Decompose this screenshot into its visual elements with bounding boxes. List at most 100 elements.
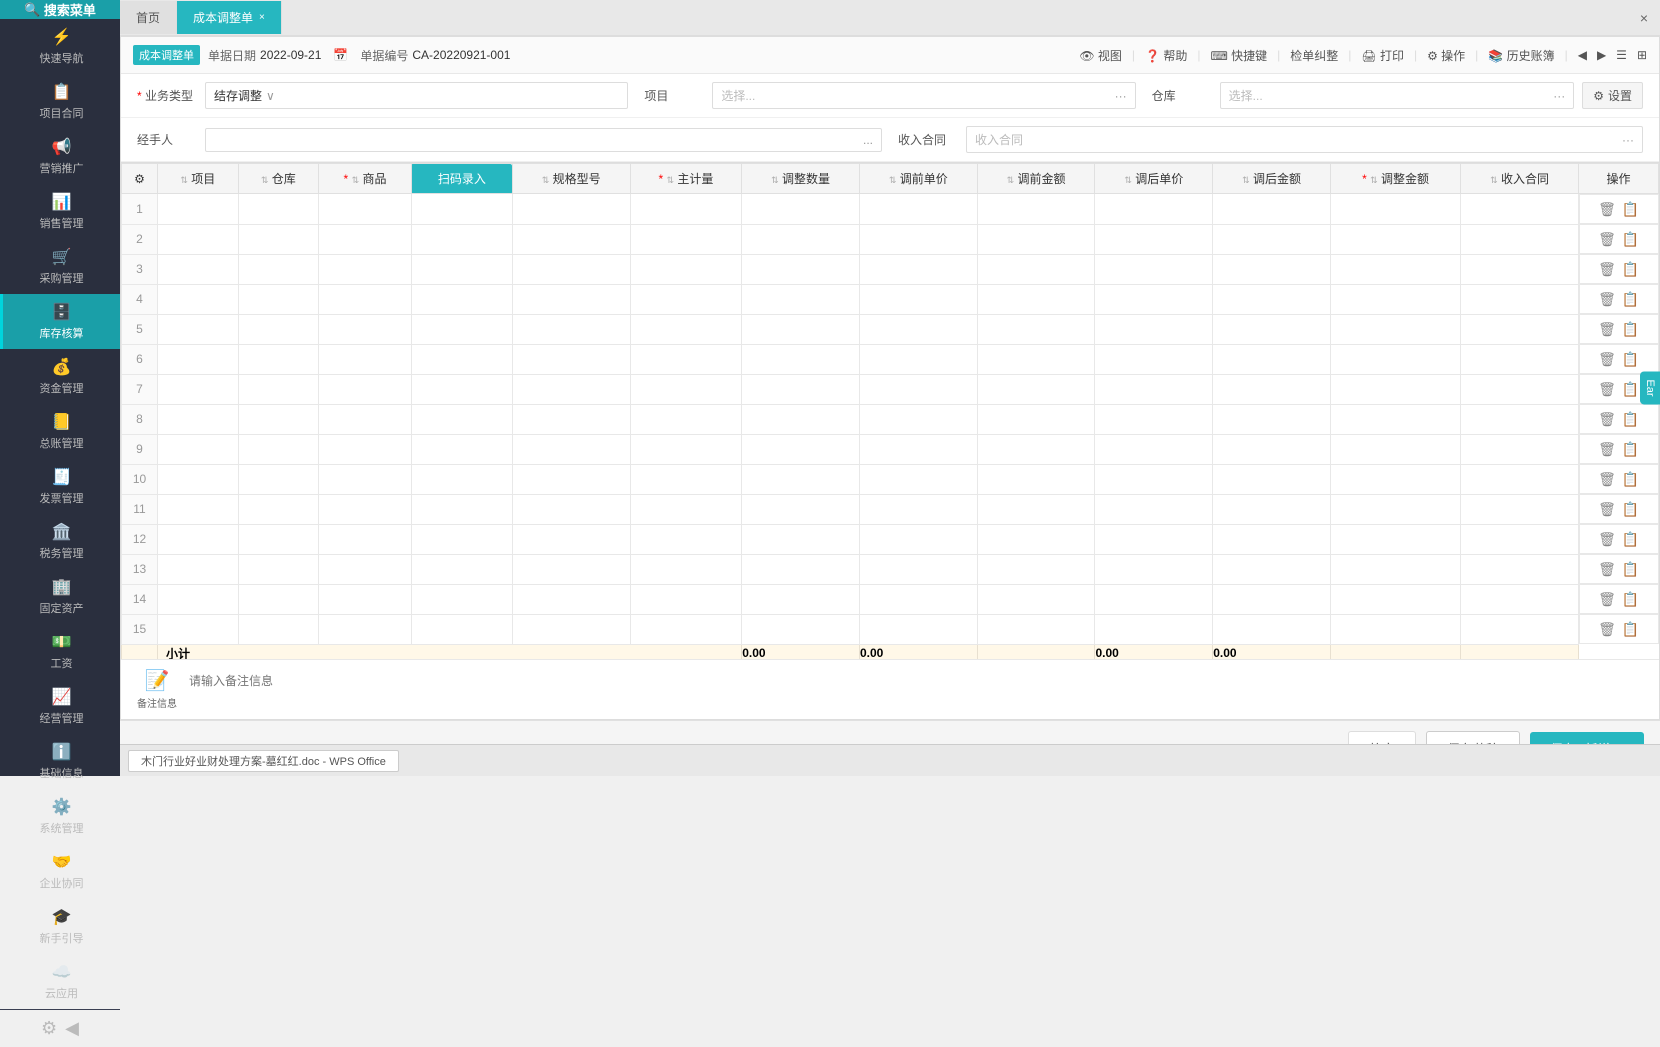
list-view-button[interactable]: ☰: [1616, 48, 1627, 62]
row-8-adj-amount[interactable]: [1330, 404, 1460, 434]
row-4-copy-icon[interactable]: 📋: [1622, 291, 1639, 308]
row-4-warehouse[interactable]: [238, 284, 319, 314]
row-5-spec[interactable]: [512, 314, 630, 344]
row-8-warehouse[interactable]: [238, 404, 319, 434]
row-15-scan[interactable]: [411, 614, 512, 644]
tab-home[interactable]: 首页: [120, 1, 177, 34]
row-12-prev-amount[interactable]: [977, 524, 1095, 554]
prev-button[interactable]: ◀: [1578, 48, 1587, 62]
row-9-income-contract[interactable]: [1461, 434, 1579, 464]
collapse-icon[interactable]: ◀: [65, 1018, 79, 1039]
row-6-prev-amount[interactable]: [977, 344, 1095, 374]
row-1-warehouse[interactable]: [238, 194, 319, 225]
row-5-after-amount[interactable]: [1213, 314, 1331, 344]
row-6-goods[interactable]: [319, 344, 412, 374]
row-2-scan[interactable]: [411, 224, 512, 254]
row-9-unit[interactable]: [630, 434, 742, 464]
row-5-adj-qty[interactable]: [742, 314, 860, 344]
row-4-delete-icon[interactable]: 🗑: [1598, 291, 1616, 308]
row-1-prev-unit-price[interactable]: [859, 194, 977, 225]
sidebar-item-tax-mgmt[interactable]: 🏛️税务管理: [0, 514, 120, 569]
col-after-unit-price[interactable]: ⇅ 调后单价: [1095, 164, 1213, 194]
row-4-income-contract[interactable]: [1461, 284, 1579, 314]
row-6-income-contract[interactable]: [1461, 344, 1579, 374]
row-14-after-amount[interactable]: [1213, 584, 1331, 614]
row-11-prev-amount[interactable]: [977, 494, 1095, 524]
row-7-warehouse[interactable]: [238, 374, 319, 404]
col-scan[interactable]: 扫码录入: [411, 164, 512, 194]
row-14-unit[interactable]: [630, 584, 742, 614]
row-1-after-unit-price[interactable]: [1095, 194, 1213, 225]
row-15-adj-qty[interactable]: [742, 614, 860, 644]
row-9-adj-qty[interactable]: [742, 434, 860, 464]
row-12-delete-icon[interactable]: 🗑: [1598, 531, 1616, 548]
row-11-delete-icon[interactable]: 🗑: [1598, 501, 1616, 518]
row-7-prev-amount[interactable]: [977, 374, 1095, 404]
sidebar-item-finance-mgmt[interactable]: 💰资金管理: [0, 349, 120, 404]
row-13-after-unit-price[interactable]: [1095, 554, 1213, 584]
row-8-adj-qty[interactable]: [742, 404, 860, 434]
settings-button[interactable]: ⚙ 设置: [1582, 82, 1643, 109]
row-8-prev-unit-price[interactable]: [859, 404, 977, 434]
row-1-prev-amount[interactable]: [977, 194, 1095, 225]
row-2-spec[interactable]: [512, 224, 630, 254]
row-5-copy-icon[interactable]: 📋: [1622, 321, 1639, 338]
col-prev-amount[interactable]: ⇅ 调前金额: [977, 164, 1095, 194]
row-15-after-unit-price[interactable]: [1095, 614, 1213, 644]
row-4-adj-qty[interactable]: [742, 284, 860, 314]
row-9-warehouse[interactable]: [238, 434, 319, 464]
row-8-prev-amount[interactable]: [977, 404, 1095, 434]
row-13-prev-unit-price[interactable]: [859, 554, 977, 584]
sidebar-item-payroll[interactable]: 💵工资: [0, 624, 120, 679]
row-15-prev-unit-price[interactable]: [859, 614, 977, 644]
row-12-adj-qty[interactable]: [742, 524, 860, 554]
row-3-prev-unit-price[interactable]: [859, 254, 977, 284]
row-9-scan[interactable]: [411, 434, 512, 464]
row-6-unit[interactable]: [630, 344, 742, 374]
row-13-project[interactable]: [158, 554, 239, 584]
next-button[interactable]: ▶: [1597, 48, 1606, 62]
row-1-scan[interactable]: [411, 194, 512, 225]
row-3-after-amount[interactable]: [1213, 254, 1331, 284]
row-6-after-unit-price[interactable]: [1095, 344, 1213, 374]
row-5-scan[interactable]: [411, 314, 512, 344]
row-8-project[interactable]: [158, 404, 239, 434]
row-9-prev-amount[interactable]: [977, 434, 1095, 464]
row-13-spec[interactable]: [512, 554, 630, 584]
row-9-project[interactable]: [158, 434, 239, 464]
row-15-delete-icon[interactable]: 🗑: [1598, 621, 1616, 638]
row-14-warehouse[interactable]: [238, 584, 319, 614]
row-3-income-contract[interactable]: [1461, 254, 1579, 284]
row-11-spec[interactable]: [512, 494, 630, 524]
row-6-prev-unit-price[interactable]: [859, 344, 977, 374]
row-8-copy-icon[interactable]: 📋: [1622, 411, 1639, 428]
row-10-income-contract[interactable]: [1461, 464, 1579, 494]
row-12-after-amount[interactable]: [1213, 524, 1331, 554]
row-11-prev-unit-price[interactable]: [859, 494, 977, 524]
row-3-after-unit-price[interactable]: [1095, 254, 1213, 284]
row-5-goods[interactable]: [319, 314, 412, 344]
row-13-copy-icon[interactable]: 📋: [1622, 561, 1639, 578]
row-11-income-contract[interactable]: [1461, 494, 1579, 524]
sidebar-item-quick-nav[interactable]: ⚡快速导航: [0, 19, 120, 74]
row-13-adj-qty[interactable]: [742, 554, 860, 584]
row-7-prev-unit-price[interactable]: [859, 374, 977, 404]
row-5-project[interactable]: [158, 314, 239, 344]
sidebar-item-ops-mgmt[interactable]: 📈经营管理: [0, 679, 120, 734]
row-7-copy-icon[interactable]: 📋: [1622, 381, 1639, 398]
row-13-delete-icon[interactable]: 🗑: [1598, 561, 1616, 578]
row-1-adj-amount[interactable]: [1330, 194, 1460, 225]
row-9-delete-icon[interactable]: 🗑: [1598, 441, 1616, 458]
row-5-delete-icon[interactable]: 🗑: [1598, 321, 1616, 338]
row-9-adj-amount[interactable]: [1330, 434, 1460, 464]
row-13-unit[interactable]: [630, 554, 742, 584]
row-12-after-unit-price[interactable]: [1095, 524, 1213, 554]
row-6-delete-icon[interactable]: 🗑: [1598, 351, 1616, 368]
row-3-project[interactable]: [158, 254, 239, 284]
row-12-income-contract[interactable]: [1461, 524, 1579, 554]
row-14-scan[interactable]: [411, 584, 512, 614]
row-11-adj-amount[interactable]: [1330, 494, 1460, 524]
row-2-warehouse[interactable]: [238, 224, 319, 254]
row-10-unit[interactable]: [630, 464, 742, 494]
row-3-adj-qty[interactable]: [742, 254, 860, 284]
